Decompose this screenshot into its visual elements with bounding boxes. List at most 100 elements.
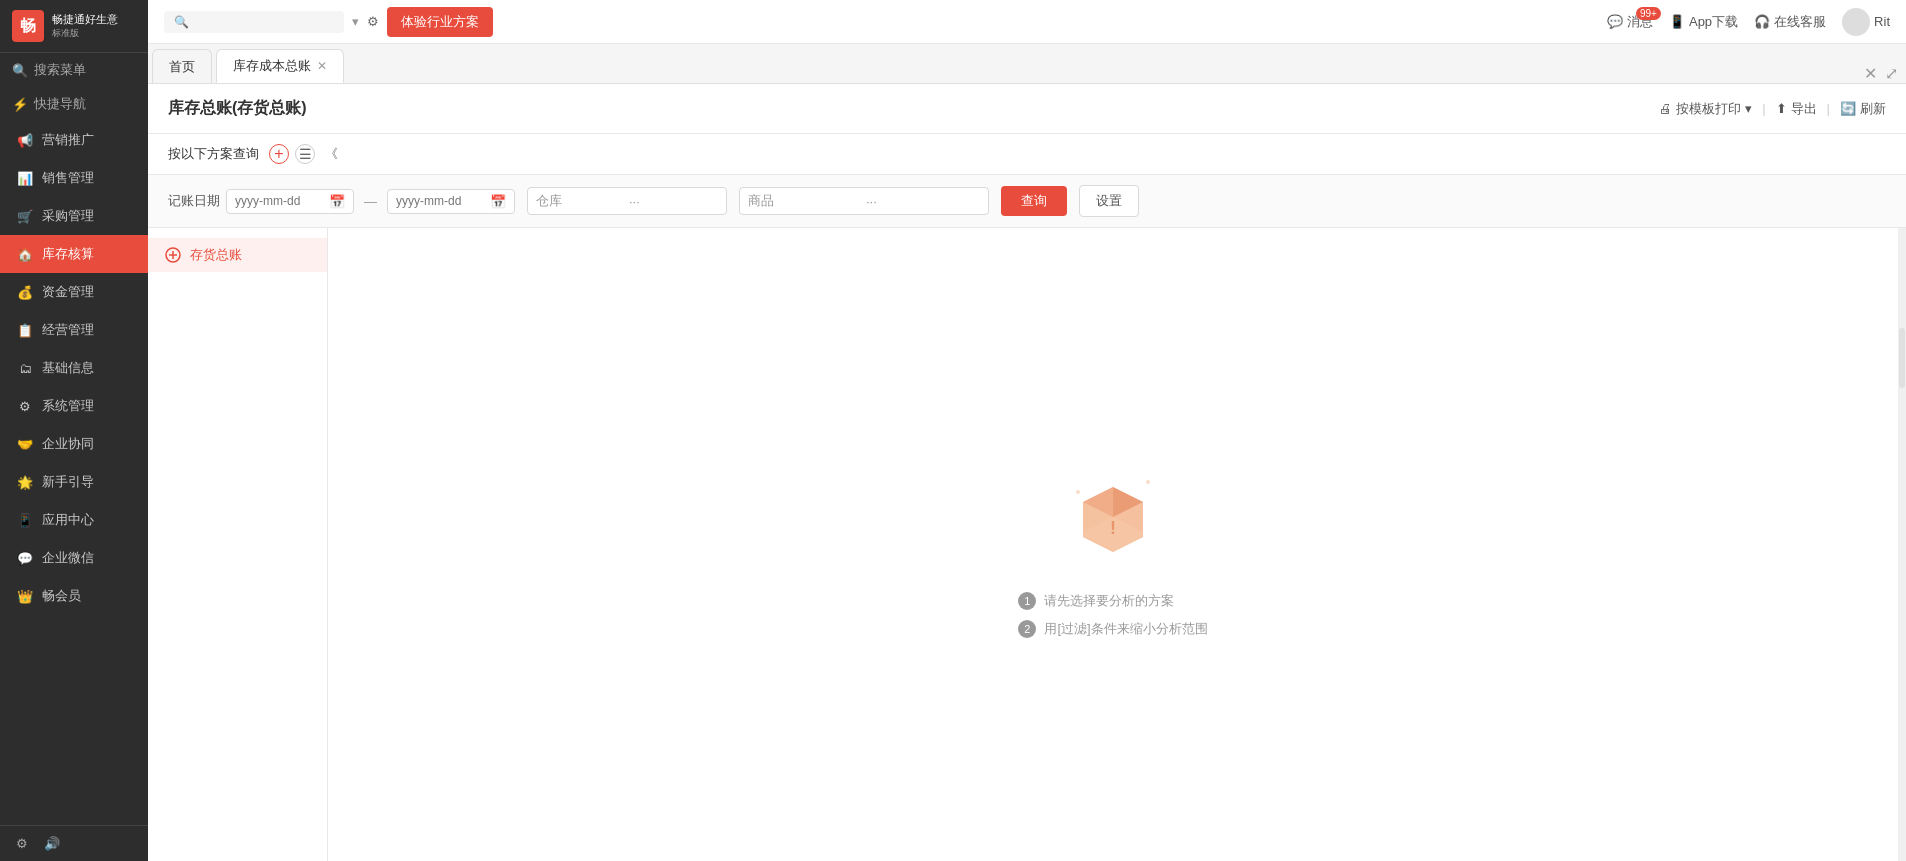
print-chevron-icon[interactable]: ▾ xyxy=(1745,101,1752,116)
date-separator: — xyxy=(364,194,377,209)
quick-nav[interactable]: ⚡ 快捷导航 xyxy=(0,87,148,121)
empty-hints: 1 请先选择要分析的方案 2 用[过滤]条件来缩小分析范围 xyxy=(1018,592,1207,638)
sidebar-item-apps[interactable]: 📱 应用中心 xyxy=(0,501,148,539)
main-content: 🔍 ▾ ⚙ 体验行业方案 💬 消息 99+ 📱 App下载 🎧 在线客服 xyxy=(148,0,1906,861)
warehouse-select[interactable]: 仓库 ··· xyxy=(527,187,727,215)
message-icon: 💬 xyxy=(1607,14,1623,29)
scheme-item-inventory-ledger[interactable]: 存货总账 xyxy=(148,238,327,272)
settings-bottom-icon[interactable]: ⚙ xyxy=(16,836,28,851)
settings-btn[interactable]: 设置 xyxy=(1079,185,1139,217)
page-title: 库存总账(存货总账) xyxy=(168,98,307,133)
sidebar-item-newbie[interactable]: 🌟 新手引导 xyxy=(0,463,148,501)
search-menu[interactable]: 🔍 搜索菜单 xyxy=(0,53,148,87)
date-end-input[interactable] xyxy=(396,194,486,208)
scheme-settings-btn[interactable]: ☰ xyxy=(295,144,315,164)
date-end-input-wrap[interactable]: 📅 xyxy=(387,189,515,214)
sidebar-item-wechat[interactable]: 💬 企业微信 xyxy=(0,539,148,577)
svg-point-8 xyxy=(1076,490,1080,494)
print-btn[interactable]: 🖨 按模板打印 ▾ xyxy=(1659,100,1752,118)
sidebar-item-label: 企业协同 xyxy=(42,435,94,453)
username: Rit xyxy=(1874,14,1890,29)
online-service-btn[interactable]: 🎧 在线客服 xyxy=(1754,13,1826,31)
dropdown-chevron-icon[interactable]: ▾ xyxy=(352,14,359,29)
message-btn[interactable]: 💬 消息 99+ xyxy=(1607,13,1653,31)
gear-icon[interactable]: ⚙ xyxy=(367,14,379,29)
scheme-item-label: 存货总账 xyxy=(190,246,242,264)
phone-icon: 📱 xyxy=(1669,14,1685,29)
message-badge: 99+ xyxy=(1636,7,1661,20)
sidebar-footer: ⚙ 🔊 xyxy=(0,825,148,861)
sidebar-item-label: 应用中心 xyxy=(42,511,94,529)
date-start-input-wrap[interactable]: 📅 xyxy=(226,189,354,214)
calendar-start-icon[interactable]: 📅 xyxy=(329,194,345,209)
hint-num-1: 1 xyxy=(1018,592,1036,610)
warehouse-more-icon[interactable]: ··· xyxy=(629,194,718,209)
sidebar: 畅 畅捷通好生意 标准版 🔍 搜索菜单 ⚡ 快捷导航 📢 营销推广 📊 销售管理… xyxy=(0,0,148,861)
app-badge: 标准版 xyxy=(52,27,118,40)
tab-controls: ✕ ⤢ xyxy=(1864,64,1906,83)
sidebar-item-label: 采购管理 xyxy=(42,207,94,225)
online-service-label: 在线客服 xyxy=(1774,13,1826,31)
operation-icon: 📋 xyxy=(16,321,34,339)
empty-hint-2: 2 用[过滤]条件来缩小分析范围 xyxy=(1018,620,1207,638)
sidebar-item-capital[interactable]: 💰 资金管理 xyxy=(0,273,148,311)
cooperation-icon: 🤝 xyxy=(16,435,34,453)
sidebar-item-vip[interactable]: 👑 畅会员 xyxy=(0,577,148,615)
add-scheme-btn[interactable]: + xyxy=(269,144,289,164)
svg-text:!: ! xyxy=(1110,518,1116,538)
industry-btn[interactable]: 体验行业方案 xyxy=(387,7,493,37)
calendar-end-icon[interactable]: 📅 xyxy=(490,194,506,209)
sidebar-item-basic[interactable]: 🗂 基础信息 xyxy=(0,349,148,387)
app-download-btn[interactable]: 📱 App下载 xyxy=(1669,13,1738,31)
sidebar-item-marketing[interactable]: 📢 营销推广 xyxy=(0,121,148,159)
header-left: 🔍 ▾ ⚙ 体验行业方案 xyxy=(164,7,1595,37)
scrollbar-handle[interactable] xyxy=(1899,328,1905,388)
hint-num-2: 2 xyxy=(1018,620,1036,638)
logo-area: 畅 畅捷通好生意 标准版 xyxy=(0,0,148,53)
quick-nav-label: 快捷导航 xyxy=(34,95,86,113)
empty-area: ! 1 请先选择要分析的方案 2 用[过滤]条件来缩小分析范围 xyxy=(328,228,1898,861)
tab-close-icon[interactable]: ✕ xyxy=(317,59,327,73)
system-icon: ⚙ xyxy=(16,397,34,415)
sidebar-item-cooperation[interactable]: 🤝 企业协同 xyxy=(0,425,148,463)
date-start-input[interactable] xyxy=(235,194,325,208)
sidebar-item-inventory[interactable]: 🏠 库存核算 xyxy=(0,235,148,273)
goods-select[interactable]: 商品 ··· xyxy=(739,187,989,215)
nav-list: 📢 营销推广 📊 销售管理 🛒 采购管理 🏠 库存核算 💰 资金管理 📋 经营管… xyxy=(0,121,148,825)
sidebar-item-label: 系统管理 xyxy=(42,397,94,415)
warehouse-label: 仓库 xyxy=(536,192,625,210)
query-btn[interactable]: 查询 xyxy=(1001,186,1067,216)
user-avatar[interactable]: Rit xyxy=(1842,8,1890,36)
export-btn[interactable]: ⬆ 导出 xyxy=(1776,100,1817,118)
divider2: | xyxy=(1827,101,1830,116)
goods-more-icon[interactable]: ··· xyxy=(866,194,980,209)
page-actions: 🖨 按模板打印 ▾ | ⬆ 导出 | 🔄 刷新 xyxy=(1659,100,1886,132)
sidebar-item-purchase[interactable]: 🛒 采购管理 xyxy=(0,197,148,235)
sidebar-item-label: 基础信息 xyxy=(42,359,94,377)
right-scrollbar xyxy=(1898,228,1906,861)
expand-icon[interactable]: ⤢ xyxy=(1885,64,1898,83)
collapse-icon[interactable]: 《 xyxy=(325,145,338,163)
tabs-bar: 首页 库存成本总账 ✕ ✕ ⤢ xyxy=(148,44,1906,84)
logo-text-area: 畅捷通好生意 标准版 xyxy=(52,12,118,40)
inventory-icon: 🏠 xyxy=(16,245,34,263)
sidebar-item-label: 库存核算 xyxy=(42,245,94,263)
speaker-icon[interactable]: 🔊 xyxy=(44,836,60,851)
quick-nav-icon: ⚡ xyxy=(12,97,28,112)
sidebar-item-system[interactable]: ⚙ 系统管理 xyxy=(0,387,148,425)
tab-inventory-cost[interactable]: 库存成本总账 ✕ xyxy=(216,49,344,83)
refresh-btn[interactable]: 🔄 刷新 xyxy=(1840,100,1886,118)
sidebar-item-label: 营销推广 xyxy=(42,131,94,149)
tab-home[interactable]: 首页 xyxy=(152,49,212,83)
sidebar-item-label: 经营管理 xyxy=(42,321,94,339)
sidebar-item-operation[interactable]: 📋 经营管理 xyxy=(0,311,148,349)
top-search-box[interactable]: 🔍 xyxy=(164,11,344,33)
print-label: 按模板打印 xyxy=(1676,100,1741,118)
svg-point-9 xyxy=(1146,480,1150,484)
sidebar-item-label: 畅会员 xyxy=(42,587,81,605)
sidebar-item-sales[interactable]: 📊 销售管理 xyxy=(0,159,148,197)
close-panel-icon[interactable]: ✕ xyxy=(1864,64,1877,83)
sidebar-item-label: 资金管理 xyxy=(42,283,94,301)
filter-row: 记账日期 📅 — 📅 仓库 ··· 商品 ··· 查询 设置 xyxy=(148,175,1906,228)
top-header: 🔍 ▾ ⚙ 体验行业方案 💬 消息 99+ 📱 App下载 🎧 在线客服 xyxy=(148,0,1906,44)
